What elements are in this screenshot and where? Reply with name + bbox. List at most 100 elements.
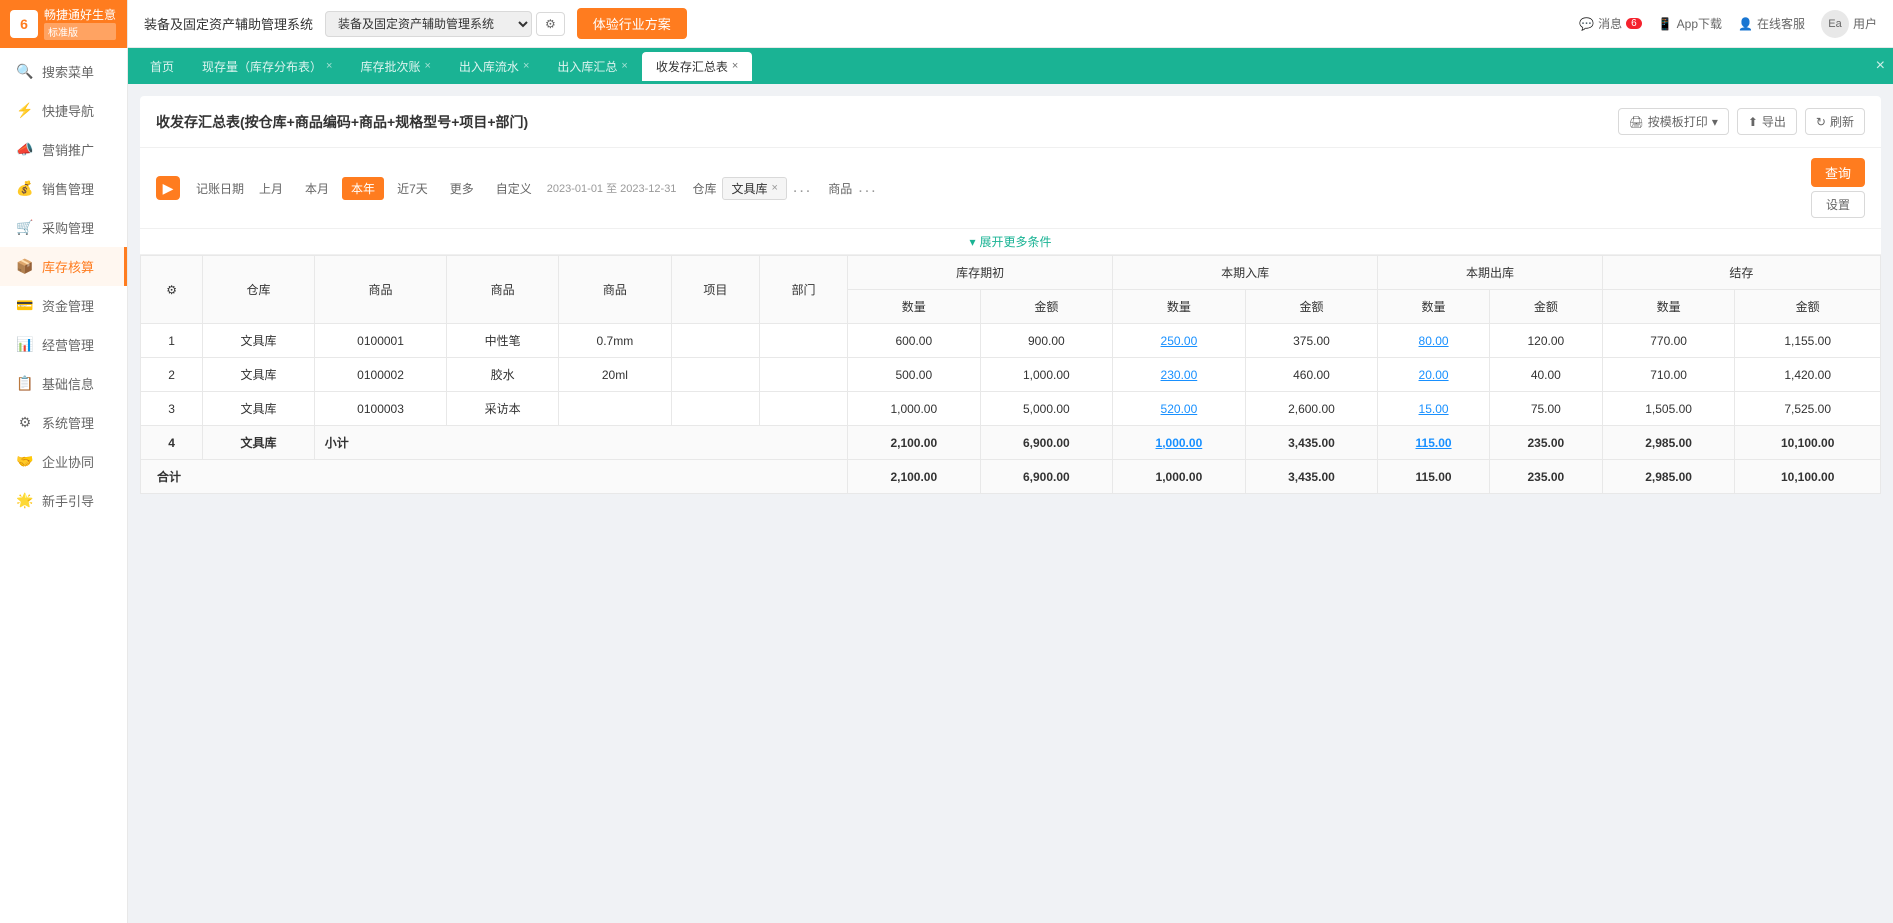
- system-name: 装备及固定资产辅助管理系统: [144, 14, 313, 33]
- close-icon[interactable]: ×: [326, 60, 332, 72]
- date-btn-this-year[interactable]: 本年: [342, 177, 384, 200]
- subtotal-out-qty-link[interactable]: 115.00: [1416, 436, 1452, 450]
- settings-btn[interactable]: ⚙: [536, 12, 565, 36]
- app-download-item[interactable]: 📱 App下载: [1658, 15, 1722, 32]
- sidebar-logo: 6 畅捷通好生意 标准版: [0, 0, 127, 48]
- star-icon: 🌟: [16, 492, 34, 510]
- refresh-icon: ↻: [1816, 115, 1826, 129]
- online-service-label: 在线客服: [1757, 15, 1805, 32]
- tabbar-close-btn[interactable]: ×: [1876, 57, 1885, 75]
- refresh-btn[interactable]: ↻ 刷新: [1805, 108, 1865, 135]
- close-icon[interactable]: ×: [523, 60, 529, 72]
- tab-home[interactable]: 首页: [136, 52, 188, 81]
- message-item[interactable]: 💬 消息 6: [1579, 15, 1642, 32]
- in-qty-link[interactable]: 230.00: [1161, 368, 1198, 382]
- cart-icon: 🛒: [16, 219, 34, 237]
- sidebar-item-label: 基础信息: [42, 374, 94, 393]
- sidebar-item-inventory[interactable]: 📦 库存核算: [0, 247, 127, 286]
- sidebar-item-basic[interactable]: 📋 基础信息: [0, 364, 127, 403]
- query-btn[interactable]: 查询: [1811, 158, 1865, 187]
- megaphone-icon: 📣: [16, 141, 34, 159]
- sidebar-item-operation[interactable]: 📊 经营管理: [0, 325, 127, 364]
- sidebar-item-purchase[interactable]: 🛒 采购管理: [0, 208, 127, 247]
- system-select[interactable]: 装备及固定资产辅助管理系统: [325, 11, 532, 37]
- out-qty-link[interactable]: 20.00: [1419, 368, 1449, 382]
- subtotal-in-qty-link[interactable]: 1,000.00: [1156, 436, 1203, 450]
- chevron-down-icon: ▾: [1712, 115, 1718, 129]
- col-gear[interactable]: ⚙: [141, 256, 203, 324]
- tag-close-icon[interactable]: ×: [771, 182, 777, 194]
- col-project: 项目: [671, 256, 759, 324]
- flash-icon: ⚡: [16, 102, 34, 120]
- setting-btn[interactable]: 设置: [1811, 191, 1865, 218]
- card-header: 收发存汇总表(按仓库+商品编码+商品+规格型号+项目+部门) 🖨 按模板打印 ▾…: [140, 96, 1881, 148]
- tab-label: 出入库流水: [459, 58, 519, 75]
- warehouse-tag[interactable]: 文具库 ×: [722, 177, 786, 200]
- in-qty-link[interactable]: 250.00: [1161, 334, 1198, 348]
- col-group-init: 库存期初: [848, 256, 1113, 290]
- more-product-dots[interactable]: ...: [858, 179, 877, 197]
- export-icon: ⬆: [1748, 115, 1758, 129]
- sidebar-item-search[interactable]: 🔍 搜索菜单: [0, 52, 127, 91]
- tab-recv-send-summary[interactable]: 收发存汇总表 ×: [642, 52, 752, 81]
- message-label: 消息: [1598, 15, 1622, 32]
- sidebar-item-label: 资金管理: [42, 296, 94, 315]
- online-service-item[interactable]: 👤 在线客服: [1738, 15, 1805, 32]
- sidebar-item-collab[interactable]: 🤝 企业协同: [0, 442, 127, 481]
- sidebar-item-label: 经营管理: [42, 335, 94, 354]
- more-options-dots[interactable]: ...: [793, 179, 812, 197]
- sidebar-item-finance[interactable]: 💳 资金管理: [0, 286, 127, 325]
- trial-btn[interactable]: 体验行业方案: [577, 8, 687, 39]
- filter-expand-btn[interactable]: ▶: [156, 176, 180, 200]
- user-label: 用户: [1853, 15, 1877, 32]
- print-btn[interactable]: 🖨 按模板打印 ▾: [1618, 108, 1729, 135]
- in-qty-link[interactable]: 520.00: [1161, 402, 1198, 416]
- close-icon[interactable]: ×: [424, 60, 430, 72]
- sidebar-item-quicknav[interactable]: ⚡ 快捷导航: [0, 91, 127, 130]
- sidebar-item-label: 新手引导: [42, 491, 94, 510]
- app-download-label: App下载: [1677, 15, 1722, 32]
- box-icon: 📦: [16, 258, 34, 276]
- out-qty-link[interactable]: 15.00: [1419, 402, 1449, 416]
- tab-label: 库存批次账: [360, 58, 420, 75]
- tab-inout-summary[interactable]: 出入库汇总 ×: [543, 52, 641, 81]
- sidebar-item-system[interactable]: ⚙ 系统管理: [0, 403, 127, 442]
- col-init-amt: 金额: [980, 290, 1113, 324]
- close-icon[interactable]: ×: [621, 60, 627, 72]
- expand-label: 展开更多条件: [980, 233, 1052, 250]
- clipboard-icon: 📋: [16, 375, 34, 393]
- tab-inout-flow[interactable]: 出入库流水 ×: [445, 52, 543, 81]
- close-icon[interactable]: ×: [732, 60, 738, 72]
- chevron-down-icon: ▾: [969, 235, 975, 249]
- date-btn-custom[interactable]: 自定义: [487, 177, 541, 200]
- sidebar-item-label: 系统管理: [42, 413, 94, 432]
- tab-inventory-dist[interactable]: 现存量（库存分布表） ×: [188, 52, 346, 81]
- date-btn-7days[interactable]: 近7天: [388, 177, 437, 200]
- filter-bar: ▶ 记账日期 上月 本月 本年 近7天 更多 自定义 2023-01-01 至 …: [140, 148, 1881, 229]
- page-title: 收发存汇总表(按仓库+商品编码+商品+规格型号+项目+部门): [156, 112, 528, 132]
- service-icon: 👤: [1738, 17, 1753, 31]
- sidebar-item-guide[interactable]: 🌟 新手引导: [0, 481, 127, 520]
- date-btn-more[interactable]: 更多: [441, 177, 483, 200]
- phone-icon: 📱: [1658, 17, 1673, 31]
- sidebar-item-marketing[interactable]: 📣 营销推广: [0, 130, 127, 169]
- table-wrapper: ⚙ 仓库 商品 商品 商品 项目 部门 库存期初 本期入库 本期出库 结存 数量: [140, 255, 1881, 494]
- sidebar-item-label: 营销推广: [42, 140, 94, 159]
- sidebar-item-sales[interactable]: 💰 销售管理: [0, 169, 127, 208]
- data-table: ⚙ 仓库 商品 商品 商品 项目 部门 库存期初 本期入库 本期出库 结存 数量: [140, 255, 1881, 494]
- date-btn-last-month[interactable]: 上月: [250, 177, 292, 200]
- table-row: 3 文具库 0100003 采访本 1,000.00 5,000.00 520.…: [141, 392, 1881, 426]
- export-btn[interactable]: ⬆ 导出: [1737, 108, 1797, 135]
- sidebar-item-label: 搜索菜单: [42, 62, 94, 81]
- out-qty-link[interactable]: 80.00: [1419, 334, 1449, 348]
- date-btn-this-month[interactable]: 本月: [296, 177, 338, 200]
- expand-conditions-btn[interactable]: ▾ 展开更多条件: [969, 233, 1051, 250]
- tab-batch[interactable]: 库存批次账 ×: [346, 52, 444, 81]
- avatar: Ea: [1821, 10, 1849, 38]
- footer-row: 合计 2,100.00 6,900.00 1,000.00 3,435.00 1…: [141, 460, 1881, 494]
- user-item[interactable]: Ea 用户: [1821, 10, 1877, 38]
- tab-label: 首页: [150, 58, 174, 75]
- main-content: 收发存汇总表(按仓库+商品编码+商品+规格型号+项目+部门) 🖨 按模板打印 ▾…: [128, 84, 1893, 923]
- sidebar-item-label: 快捷导航: [42, 101, 94, 120]
- col-group-in: 本期入库: [1113, 256, 1378, 290]
